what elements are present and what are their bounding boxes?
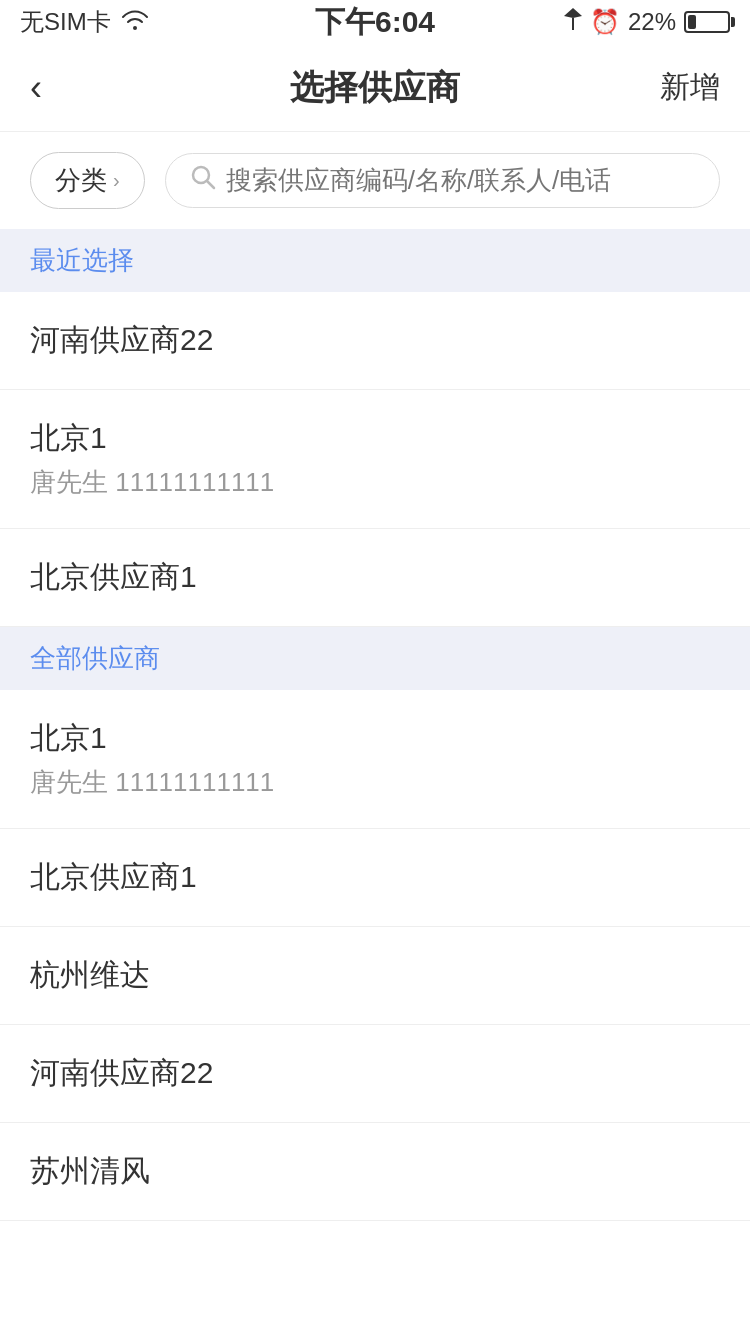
item-name: 北京供应商1 bbox=[30, 857, 720, 898]
status-bar: 无SIM卡 下午6:04 ⏰ 22% bbox=[0, 0, 750, 44]
battery-icon bbox=[684, 11, 730, 33]
add-button[interactable]: 新增 bbox=[660, 67, 720, 108]
item-name: 北京1 bbox=[30, 418, 720, 459]
list-item[interactable]: 北京供应商1 bbox=[0, 829, 750, 927]
item-name: 杭州维达 bbox=[30, 955, 720, 996]
svg-line-1 bbox=[207, 181, 214, 188]
chevron-right-icon: › bbox=[113, 169, 120, 192]
list-item[interactable]: 河南供应商22 bbox=[0, 292, 750, 390]
item-contact: 唐先生 11111111111 bbox=[30, 465, 720, 500]
list-item[interactable]: 北京供应商1 bbox=[0, 529, 750, 627]
recent-section-header: 最近选择 bbox=[0, 229, 750, 292]
search-icon bbox=[190, 164, 216, 197]
list-item[interactable]: 北京1 唐先生 11111111111 bbox=[0, 690, 750, 829]
status-left: 无SIM卡 bbox=[20, 6, 149, 38]
alarm-icon: ⏰ bbox=[590, 8, 620, 36]
search-input[interactable] bbox=[226, 165, 695, 196]
all-section-header: 全部供应商 bbox=[0, 627, 750, 690]
status-time: 下午6:04 bbox=[315, 2, 435, 43]
item-name: 北京供应商1 bbox=[30, 557, 720, 598]
search-box[interactable] bbox=[165, 153, 720, 208]
nav-bar: ‹ 选择供应商 新增 bbox=[0, 44, 750, 132]
recent-list: 河南供应商22 北京1 唐先生 11111111111 北京供应商1 bbox=[0, 292, 750, 627]
page-title: 选择供应商 bbox=[290, 65, 460, 111]
item-contact: 唐先生 11111111111 bbox=[30, 765, 720, 800]
recent-section-label: 最近选择 bbox=[30, 245, 134, 275]
list-item[interactable]: 杭州维达 bbox=[0, 927, 750, 1025]
list-item[interactable]: 苏州清风 bbox=[0, 1123, 750, 1221]
status-right: ⏰ 22% bbox=[564, 8, 730, 36]
back-button[interactable]: ‹ bbox=[30, 67, 90, 109]
battery-text: 22% bbox=[628, 8, 676, 36]
all-list: 北京1 唐先生 11111111111 北京供应商1 杭州维达河南供应商22 苏州清风 bbox=[0, 690, 750, 1221]
category-filter[interactable]: 分类 › bbox=[30, 152, 145, 209]
carrier-text: 无SIM卡 bbox=[20, 6, 111, 38]
item-name: 北京1 bbox=[30, 718, 720, 759]
all-section-label: 全部供应商 bbox=[30, 643, 160, 673]
category-label: 分类 bbox=[55, 163, 107, 198]
location-icon bbox=[564, 8, 582, 36]
item-name: 苏州清风 bbox=[30, 1151, 720, 1192]
wifi-icon bbox=[121, 8, 149, 36]
list-item[interactable]: 河南供应商22 bbox=[0, 1025, 750, 1123]
item-name: 河南供应商22 bbox=[30, 320, 720, 361]
list-item[interactable]: 北京1 唐先生 11111111111 bbox=[0, 390, 750, 529]
filter-bar: 分类 › bbox=[0, 132, 750, 229]
item-name: 河南供应商22 bbox=[30, 1053, 720, 1094]
